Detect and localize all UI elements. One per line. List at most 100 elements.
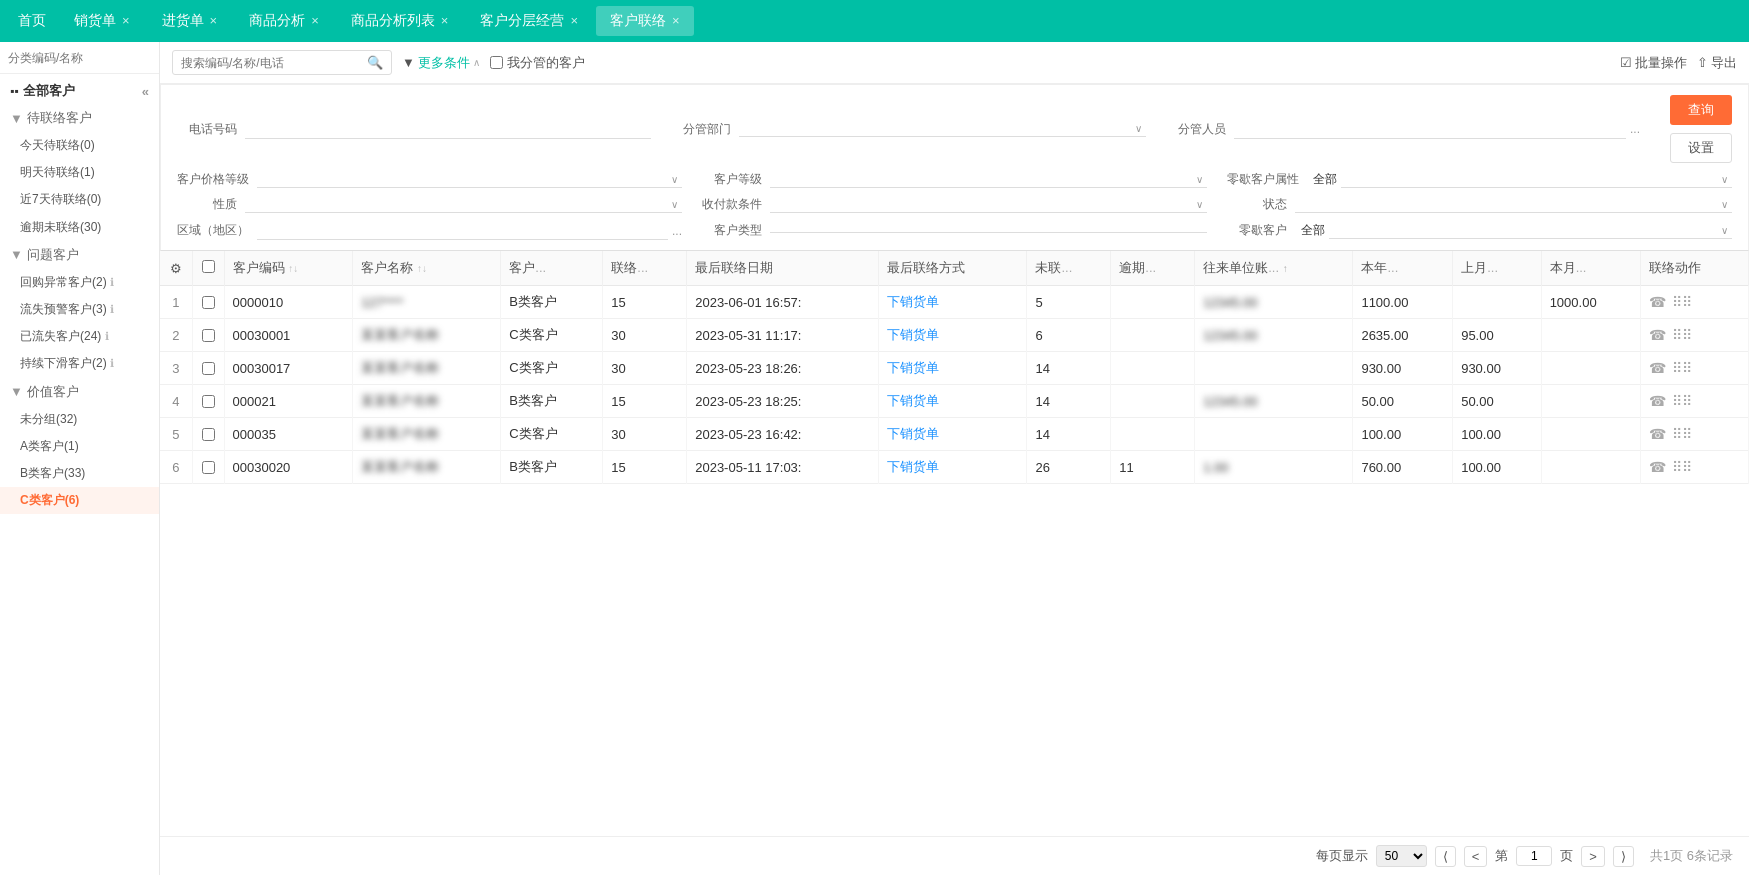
page-input[interactable]	[1516, 846, 1552, 866]
toolbar-search-icon[interactable]: 🔍	[367, 55, 383, 70]
row-checkbox[interactable]	[202, 329, 215, 342]
more-action-icon[interactable]: ⠿⠿	[1672, 294, 1692, 310]
filter-row-4: 区域（地区） ... 客户类型 零歇客户 全部 ∨	[177, 221, 1732, 240]
area-input[interactable]	[257, 221, 668, 240]
phone-action-icon[interactable]: ☎	[1649, 294, 1666, 310]
phone-action-icon[interactable]: ☎	[1649, 459, 1666, 475]
row-checkbox[interactable]	[202, 428, 215, 441]
sidebar-item-已流失客户(24)[interactable]: 已流失客户(24) ℹ	[0, 323, 159, 350]
row-checkbox[interactable]	[202, 395, 215, 408]
sidebar-item-C类客户(6)[interactable]: C类客户(6)	[0, 487, 159, 514]
row-checkbox[interactable]	[202, 461, 215, 474]
retail-attr-select[interactable]: ∨	[1341, 172, 1732, 188]
sidebar-item-今天待联络(0)[interactable]: 今天待联络(0)	[0, 132, 159, 159]
tab-close-icon[interactable]: ×	[210, 13, 218, 28]
nav-tab-客户分层经营[interactable]: 客户分层经营×	[466, 6, 592, 36]
filter-more-btn[interactable]: ▼ 更多条件 ∧	[402, 54, 480, 72]
nav-tab-进货单[interactable]: 进货单×	[148, 6, 232, 36]
customer-grade-select[interactable]: ∨	[770, 172, 1207, 188]
customer-type-select[interactable]	[770, 228, 1207, 233]
col-unitamount-header: 往来单位账... ↑	[1195, 251, 1353, 286]
nav-tab-商品分析[interactable]: 商品分析×	[235, 6, 333, 36]
sidebar-item-未分组(32)[interactable]: 未分组(32)	[0, 406, 159, 433]
nav-home[interactable]: 首页	[8, 6, 56, 36]
tab-close-icon[interactable]: ×	[441, 13, 449, 28]
method-link[interactable]: 下销货单	[887, 360, 939, 375]
sidebar-item-近7天待联络(0)[interactable]: 近7天待联络(0)	[0, 186, 159, 213]
sidebar-group-待联络客户[interactable]: ▼待联络客户	[0, 104, 159, 132]
cell-not-contact: 26	[1027, 451, 1111, 484]
nav-tab-客户联络[interactable]: 客户联络×	[596, 6, 694, 36]
page-last-btn[interactable]: ⟩	[1613, 846, 1634, 867]
nav-tab-销货单[interactable]: 销货单×	[60, 6, 144, 36]
col-checkbox-header[interactable]	[192, 251, 224, 286]
col-settings-header[interactable]: ⚙	[160, 251, 192, 286]
more-action-icon[interactable]: ⠿⠿	[1672, 426, 1692, 442]
cell-last-method: 下销货单	[879, 319, 1027, 352]
method-link[interactable]: 下销货单	[887, 459, 939, 474]
filter-row-1: 电话号码 分管部门 ∨ 分管人员 ... 查询 设置	[177, 95, 1732, 163]
sidebar-group-问题客户[interactable]: ▼问题客户	[0, 241, 159, 269]
method-link[interactable]: 下销货单	[887, 327, 939, 342]
tab-close-icon[interactable]: ×	[311, 13, 319, 28]
col-lastmethod-header: 最后联络方式	[879, 251, 1027, 286]
query-btn[interactable]: 查询	[1670, 95, 1732, 125]
sidebar-item-逾期未联络(30)[interactable]: 逾期未联络(30)	[0, 214, 159, 241]
method-link[interactable]: 下销货单	[887, 426, 939, 441]
my-customers-checkbox[interactable]: 我分管的客户	[490, 54, 585, 72]
method-link[interactable]: 下销货单	[887, 294, 939, 309]
value-grade-select[interactable]: ∨	[257, 172, 682, 188]
more-action-icon[interactable]: ⠿⠿	[1672, 459, 1692, 475]
retail-customer-select[interactable]: ∨	[1329, 223, 1732, 239]
phone-action-icon[interactable]: ☎	[1649, 327, 1666, 343]
cell-last-method: 下销货单	[879, 286, 1027, 319]
sidebar-item-A类客户(1)[interactable]: A类客户(1)	[0, 433, 159, 460]
sidebar-item-回购异常客户(2)[interactable]: 回购异常客户(2) ℹ	[0, 269, 159, 296]
tab-close-icon[interactable]: ×	[122, 13, 130, 28]
page-next-btn[interactable]: >	[1581, 846, 1605, 867]
batch-btn[interactable]: ☑ 批量操作	[1620, 54, 1687, 72]
more-action-icon[interactable]: ⠿⠿	[1672, 327, 1692, 343]
row-checkbox[interactable]	[202, 296, 215, 309]
my-customers-check[interactable]	[490, 56, 503, 69]
page-prev-btn[interactable]: <	[1464, 846, 1488, 867]
nav-tab-商品分析列表[interactable]: 商品分析列表×	[337, 6, 463, 36]
method-link[interactable]: 下销货单	[887, 393, 939, 408]
set-btn[interactable]: 设置	[1670, 133, 1732, 163]
sidebar-item-流失预警客户(3)[interactable]: 流失预警客户(3) ℹ	[0, 296, 159, 323]
area-more-icon[interactable]: ...	[672, 224, 682, 238]
sidebar-item-持续下滑客户(2)[interactable]: 持续下滑客户(2) ℹ	[0, 350, 159, 377]
table-row: 600030020某某客户名称B类客户152023-05-11 17:03:下销…	[160, 451, 1749, 484]
export-btn[interactable]: ⇧ 导出	[1697, 54, 1737, 72]
filter-retail-attr: 零歇客户属性 全部 ∨	[1227, 171, 1732, 188]
per-page-select[interactable]: 50 100 200	[1376, 845, 1427, 867]
row-checkbox[interactable]	[202, 362, 215, 375]
phone-action-icon[interactable]: ☎	[1649, 360, 1666, 376]
cell-not-contact: 14	[1027, 352, 1111, 385]
tab-close-icon[interactable]: ×	[672, 13, 680, 28]
cell-last-month: 50.00	[1453, 385, 1541, 418]
phone-action-icon[interactable]: ☎	[1649, 393, 1666, 409]
more-action-icon[interactable]: ⠿⠿	[1672, 360, 1692, 376]
dept-select[interactable]: ∨	[739, 121, 1145, 137]
all-customers-label[interactable]: 全部客户	[23, 82, 75, 100]
select-all-checkbox[interactable]	[202, 260, 215, 273]
manager-input[interactable]	[1234, 120, 1626, 139]
more-action-icon[interactable]: ⠿⠿	[1672, 393, 1692, 409]
retail-attr-value: 全部	[1313, 171, 1337, 188]
sidebar-item-明天待联络(1)[interactable]: 明天待联络(1)	[0, 159, 159, 186]
search-input[interactable]	[181, 56, 367, 70]
page-first-btn[interactable]: ⟨	[1435, 846, 1456, 867]
cell-code: 00030001	[224, 319, 353, 352]
tab-close-icon[interactable]: ×	[570, 13, 578, 28]
payment-select[interactable]: ∨	[770, 197, 1207, 213]
sidebar-item-B类客户(33)[interactable]: B类客户(33)	[0, 460, 159, 487]
manager-more-icon[interactable]: ...	[1630, 122, 1640, 136]
phone-action-icon[interactable]: ☎	[1649, 426, 1666, 442]
sidebar-search-input[interactable]	[8, 51, 158, 65]
phone-input[interactable]	[245, 120, 651, 139]
sidebar-collapse-icon[interactable]: «	[142, 84, 149, 99]
nature-select[interactable]: ∨	[245, 197, 682, 213]
sidebar-group-价值客户[interactable]: ▼价值客户	[0, 378, 159, 406]
status-select[interactable]: ∨	[1295, 197, 1732, 213]
